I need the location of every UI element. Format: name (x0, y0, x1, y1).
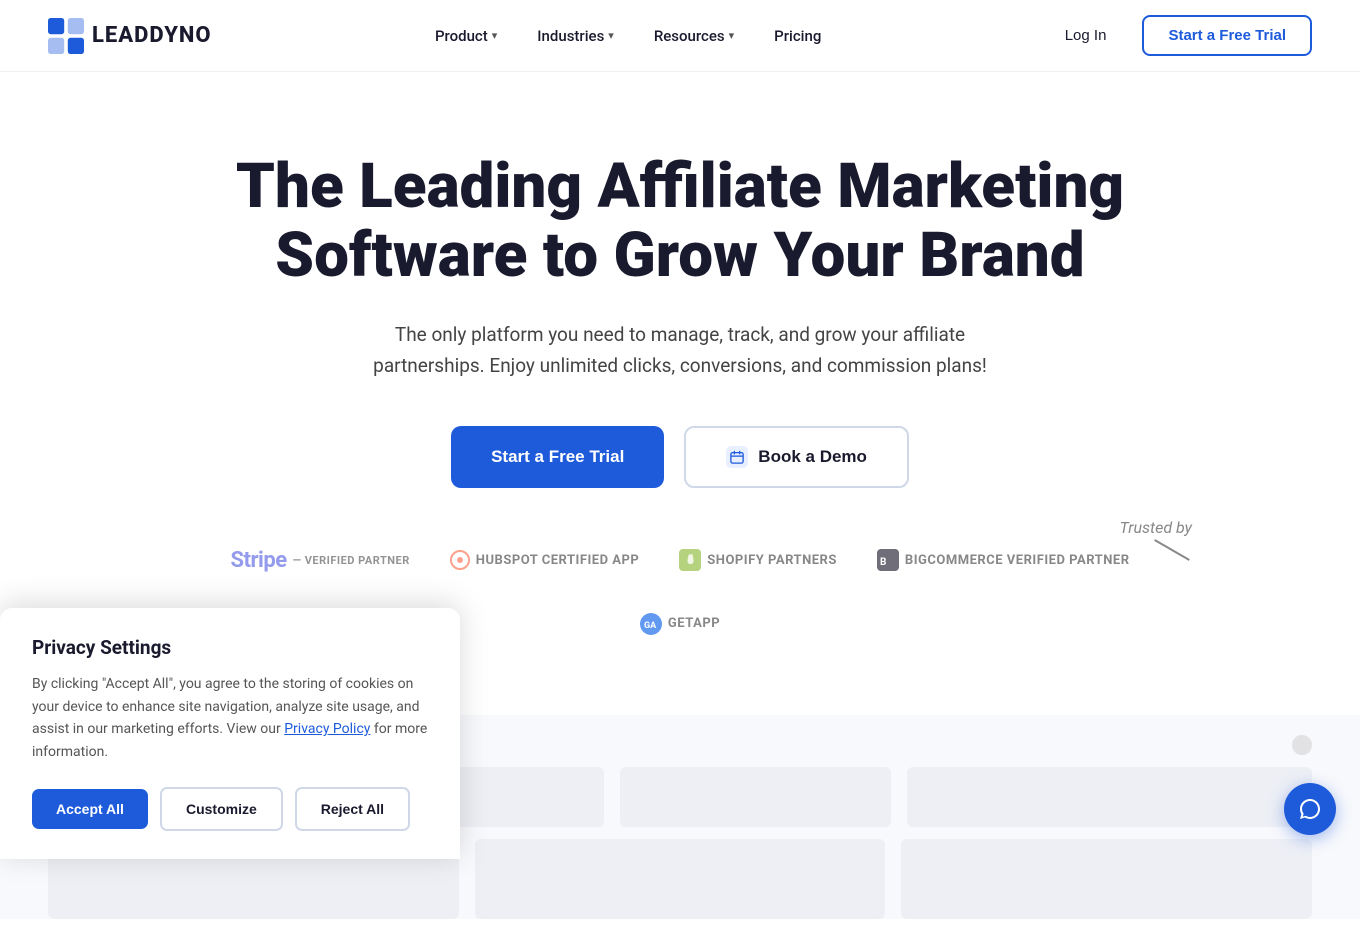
svg-text:GA: GA (644, 621, 657, 631)
privacy-policy-link[interactable]: Privacy Policy (284, 721, 370, 737)
nav-resources[interactable]: Resources ▾ (638, 19, 750, 53)
privacy-title: Privacy Settings (32, 636, 428, 659)
nav-industries[interactable]: Industries ▾ (521, 19, 630, 53)
chat-icon (1298, 797, 1322, 821)
shopify-partner-logo: shopify partners (679, 549, 837, 571)
chat-button[interactable] (1284, 783, 1336, 835)
nav-actions: Log In Start a Free Trial (1045, 15, 1312, 56)
logo-icon (48, 18, 84, 54)
nav-trial-button[interactable]: Start a Free Trial (1142, 15, 1312, 56)
trusted-label: Trusted by (1120, 518, 1192, 537)
chevron-down-icon: ▾ (729, 29, 735, 42)
nav-pricing[interactable]: Pricing (758, 19, 837, 53)
reject-all-button[interactable]: Reject All (295, 787, 410, 831)
navbar: LEADDYNO Product ▾ Industries ▾ Resource… (0, 0, 1360, 72)
svg-text:B: B (880, 557, 886, 568)
hero-demo-button[interactable]: Book a Demo (684, 426, 909, 488)
hubspot-partner-logo: HUBSPOT CERTIFIED APP (450, 550, 639, 570)
login-button[interactable]: Log In (1045, 17, 1127, 54)
calendar-icon (726, 446, 748, 468)
hero-trial-button[interactable]: Start a Free Trial (451, 426, 664, 488)
bigcommerce-partner-logo: B BigCommerce VERIFIED PARTNER (877, 549, 1130, 571)
logo-link[interactable]: LEADDYNO (48, 18, 212, 54)
nav-product[interactable]: Product ▾ (419, 19, 513, 53)
hero-subtitle: The only platform you need to manage, tr… (340, 319, 1020, 382)
customize-button[interactable]: Customize (160, 787, 283, 831)
hero-buttons: Start a Free Trial Book a Demo (451, 426, 909, 488)
stripe-partner-logo: Stripe — VERIFIED PARTNER (230, 548, 409, 573)
brand-name: LEADDYNO (92, 23, 212, 48)
hubspot-icon (450, 550, 470, 570)
hero-title: The Leading Affiliate Marketing Software… (236, 152, 1124, 291)
getapp-icon: GA (640, 613, 662, 635)
getapp-partner-logo: GA GetApp (640, 613, 720, 635)
privacy-banner: Privacy Settings By clicking "Accept All… (0, 608, 460, 859)
chevron-down-icon: ▾ (492, 29, 498, 42)
privacy-text: By clicking "Accept All", you agree to t… (32, 673, 428, 763)
bigcommerce-icon: B (877, 549, 899, 571)
dashboard-circle (1292, 735, 1312, 755)
chevron-down-icon: ▾ (608, 29, 614, 42)
privacy-buttons: Accept All Customize Reject All (32, 787, 428, 831)
shopify-icon (679, 549, 701, 571)
accept-all-button[interactable]: Accept All (32, 789, 148, 829)
nav-links: Product ▾ Industries ▾ Resources ▾ Prici… (419, 19, 837, 53)
